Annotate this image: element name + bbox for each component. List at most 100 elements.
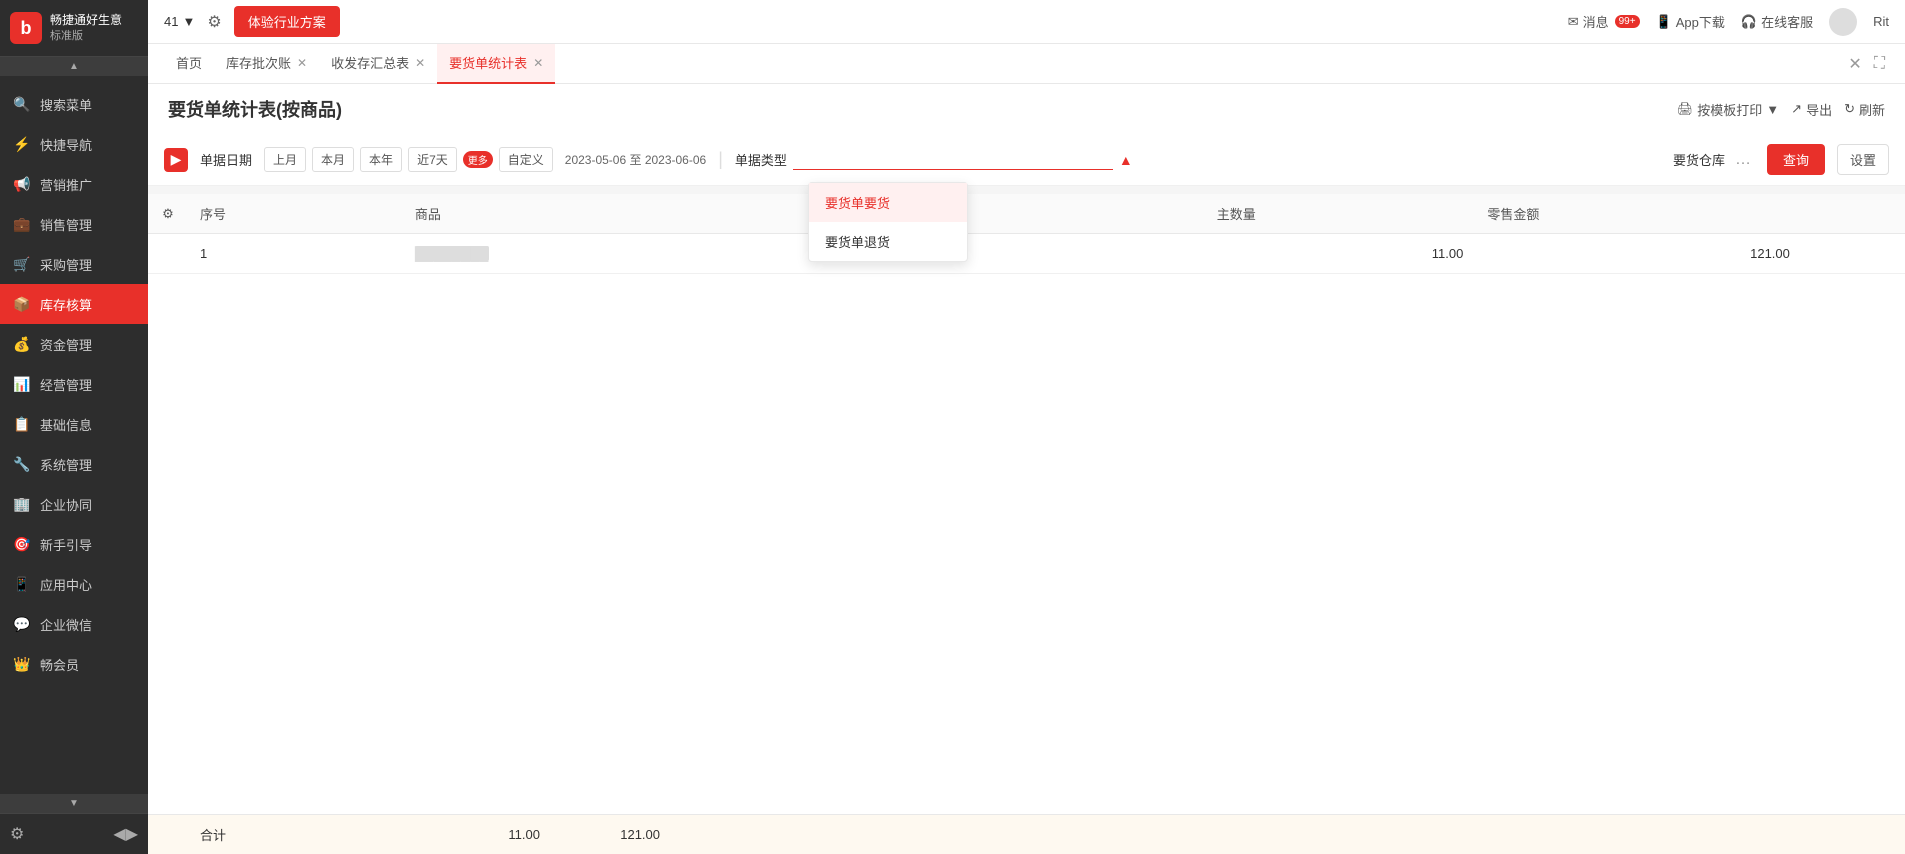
date-filter-group: 上月 本月 本年 近7天 更多 自定义	[264, 147, 553, 172]
tab-home[interactable]: 首页	[164, 44, 214, 84]
tab-order-summary[interactable]: 要货单统计表 ✕	[437, 44, 555, 84]
sidebar-item-marketing[interactable]: 📢 营销推广	[0, 164, 148, 204]
sidebar-item-search[interactable]: 🔍 搜索菜单	[0, 84, 148, 124]
export-button[interactable]: ↗ 导出	[1791, 100, 1832, 119]
date-custom[interactable]: 自定义	[499, 147, 553, 172]
user-avatar[interactable]	[1829, 8, 1857, 36]
col-settings[interactable]: ⚙	[148, 194, 188, 234]
app-download-button[interactable]: 📱 App下载	[1656, 12, 1725, 31]
tab-inventory-batch[interactable]: 库存批次账 ✕	[214, 44, 319, 84]
col-extra	[1802, 194, 1905, 234]
dropdown-item-order-goods[interactable]: 要货单要货	[809, 183, 967, 222]
row-goods: ████████	[403, 234, 823, 274]
page-header: 要货单统计表(按商品) 🖨 按模板打印 ▼ ↗ 导出 ↻ 刷新	[148, 84, 1905, 134]
sidebar-item-system[interactable]: 🔧 系统管理	[0, 444, 148, 484]
online-service-button[interactable]: 🎧 在线客服	[1741, 12, 1813, 31]
sidebar-scroll-down[interactable]: ▼	[0, 794, 148, 813]
tab-receive-summary[interactable]: 收发存汇总表 ✕	[319, 44, 437, 84]
date-last-month[interactable]: 上月	[264, 147, 306, 172]
tab-close-receive-summary[interactable]: ✕	[415, 56, 425, 70]
sidebar-item-appstore[interactable]: 📱 应用中心	[0, 564, 148, 604]
headset-icon: 🎧	[1741, 14, 1757, 30]
date-this-month[interactable]: 本月	[312, 147, 354, 172]
system-icon: 🔧	[12, 454, 32, 474]
guide-icon: 🎯	[12, 534, 32, 554]
page-content: 要货单统计表(按商品) 🖨 按模板打印 ▼ ↗ 导出 ↻ 刷新 ▶	[148, 84, 1905, 854]
sidebar-header: b 畅捷通好生意 标准版	[0, 0, 148, 57]
sidebar-item-vip[interactable]: 👑 畅会员	[0, 644, 148, 684]
chevron-down-icon2: ▼	[1766, 102, 1779, 117]
sidebar-item-sales[interactable]: 💼 销售管理	[0, 204, 148, 244]
date-last-7days[interactable]: 近7天	[408, 147, 457, 172]
date-this-year[interactable]: 本年	[360, 147, 402, 172]
more-badge[interactable]: 更多	[463, 151, 493, 168]
sidebar-item-operations[interactable]: 📊 经营管理	[0, 364, 148, 404]
sidebar-item-finance[interactable]: 💰 资金管理	[0, 324, 148, 364]
type-filter-group: 单据类型 ▲	[735, 150, 1661, 170]
tab-close-inventory-batch[interactable]: ✕	[297, 56, 307, 70]
dropdown-item-order-return[interactable]: 要货单退货	[809, 222, 967, 261]
purchase-icon: 🛒	[12, 254, 32, 274]
settings-button[interactable]: 设置	[1837, 144, 1889, 175]
enterprise-icon: 🏢	[12, 494, 32, 514]
store-selector[interactable]: 41 ▼	[164, 14, 195, 29]
sidebar-item-enterprise[interactable]: 🏢 企业协同	[0, 484, 148, 524]
sidebar-item-guide[interactable]: 🎯 新手引导	[0, 524, 148, 564]
print-icon: 🖨	[1677, 101, 1694, 117]
table-header-row: ⚙ 序号 商品 主计量单位 主数量 零售金额	[148, 194, 1905, 234]
topbar-right: ✉ 消息 99+ 📱 App下载 🎧 在线客服 Rit	[1568, 8, 1889, 36]
query-button[interactable]: 查询	[1767, 144, 1825, 175]
refresh-button[interactable]: ↻ 刷新	[1844, 100, 1885, 119]
warehouse-more-icon[interactable]: …	[1731, 151, 1755, 169]
col-goods: 商品	[403, 194, 823, 234]
sidebar-item-wechat[interactable]: 💬 企业微信	[0, 604, 148, 644]
wechat-icon: 💬	[12, 614, 32, 634]
page-title: 要货单统计表(按商品)	[168, 96, 342, 134]
sidebar-item-quick-nav[interactable]: ⚡ 快捷导航	[0, 124, 148, 164]
tab-expand-icon[interactable]: ⛶	[1870, 51, 1889, 77]
tab-close-order-summary[interactable]: ✕	[533, 56, 543, 70]
sidebar-item-basic-info[interactable]: 📋 基础信息	[0, 404, 148, 444]
type-filter-label: 单据类型	[735, 150, 787, 169]
tab-bar: 首页 库存批次账 ✕ 收发存汇总表 ✕ 要货单统计表 ✕ ✕ ⛶	[148, 44, 1905, 84]
row-amount: 121.00	[1475, 234, 1802, 274]
table-row: 1 ████████ 块 11.00 121.00	[148, 234, 1905, 274]
app-title: 畅捷通好生意 标准版	[50, 12, 122, 44]
footer-total-amount: 121.00	[540, 827, 660, 842]
sidebar-item-purchase[interactable]: 🛒 采购管理	[0, 244, 148, 284]
tab-minus-icon[interactable]: ✕	[1844, 50, 1865, 78]
message-badge: 99+	[1615, 15, 1640, 28]
data-table: ⚙ 序号 商品 主计量单位 主数量 零售金额 1 ████████	[148, 194, 1905, 274]
tabs-actions: ✕ ⛶	[1844, 50, 1889, 78]
basic-info-icon: 📋	[12, 414, 32, 434]
template-print-button[interactable]: 🖨 按模板打印 ▼	[1677, 100, 1779, 119]
trial-button[interactable]: 体验行业方案	[234, 6, 340, 37]
app-logo: b	[10, 12, 42, 44]
vip-icon: 👑	[12, 654, 32, 674]
type-filter-input[interactable]	[793, 150, 1113, 170]
footer-total-quantity: 11.00	[420, 827, 540, 842]
row-settings	[148, 234, 188, 274]
topbar-left: 41 ▼ ⚙ 体验行业方案	[164, 6, 340, 37]
sidebar-item-inventory[interactable]: 📦 库存核算	[0, 284, 148, 324]
sidebar-scroll-up[interactable]: ▲	[0, 57, 148, 76]
filter-expand-button[interactable]: ▶	[164, 148, 188, 172]
filter-separator: |	[718, 149, 723, 170]
col-index: 序号	[188, 194, 403, 234]
type-dropdown-arrow[interactable]: ▲	[1119, 152, 1133, 168]
finance-icon: 💰	[12, 334, 32, 354]
filter-bar: ▶ 单据日期 上月 本月 本年 近7天 更多 自定义 2023-05-06 至 …	[148, 134, 1905, 186]
row-index: 1	[188, 234, 403, 274]
topbar-gear-icon[interactable]: ⚙	[207, 12, 221, 32]
settings-icon[interactable]: ⚙	[10, 824, 24, 844]
username-label: Rit	[1873, 14, 1889, 29]
refresh-icon: ↻	[1844, 101, 1855, 117]
operations-icon: 📊	[12, 374, 32, 394]
sidebar-nav: 🔍 搜索菜单 ⚡ 快捷导航 📢 营销推广 💼 销售管理 🛒 采购管理 📦 库存核…	[0, 76, 148, 794]
collapse-icon[interactable]: ◀▶	[113, 824, 138, 844]
inventory-icon: 📦	[12, 294, 32, 314]
sidebar: b 畅捷通好生意 标准版 ▲ 🔍 搜索菜单 ⚡ 快捷导航 📢 营销推广 💼 销售…	[0, 0, 148, 854]
page-header-actions: 🖨 按模板打印 ▼ ↗ 导出 ↻ 刷新	[1677, 100, 1885, 131]
sidebar-footer: ⚙ ◀▶	[0, 813, 148, 854]
message-button[interactable]: ✉ 消息 99+	[1568, 12, 1640, 31]
